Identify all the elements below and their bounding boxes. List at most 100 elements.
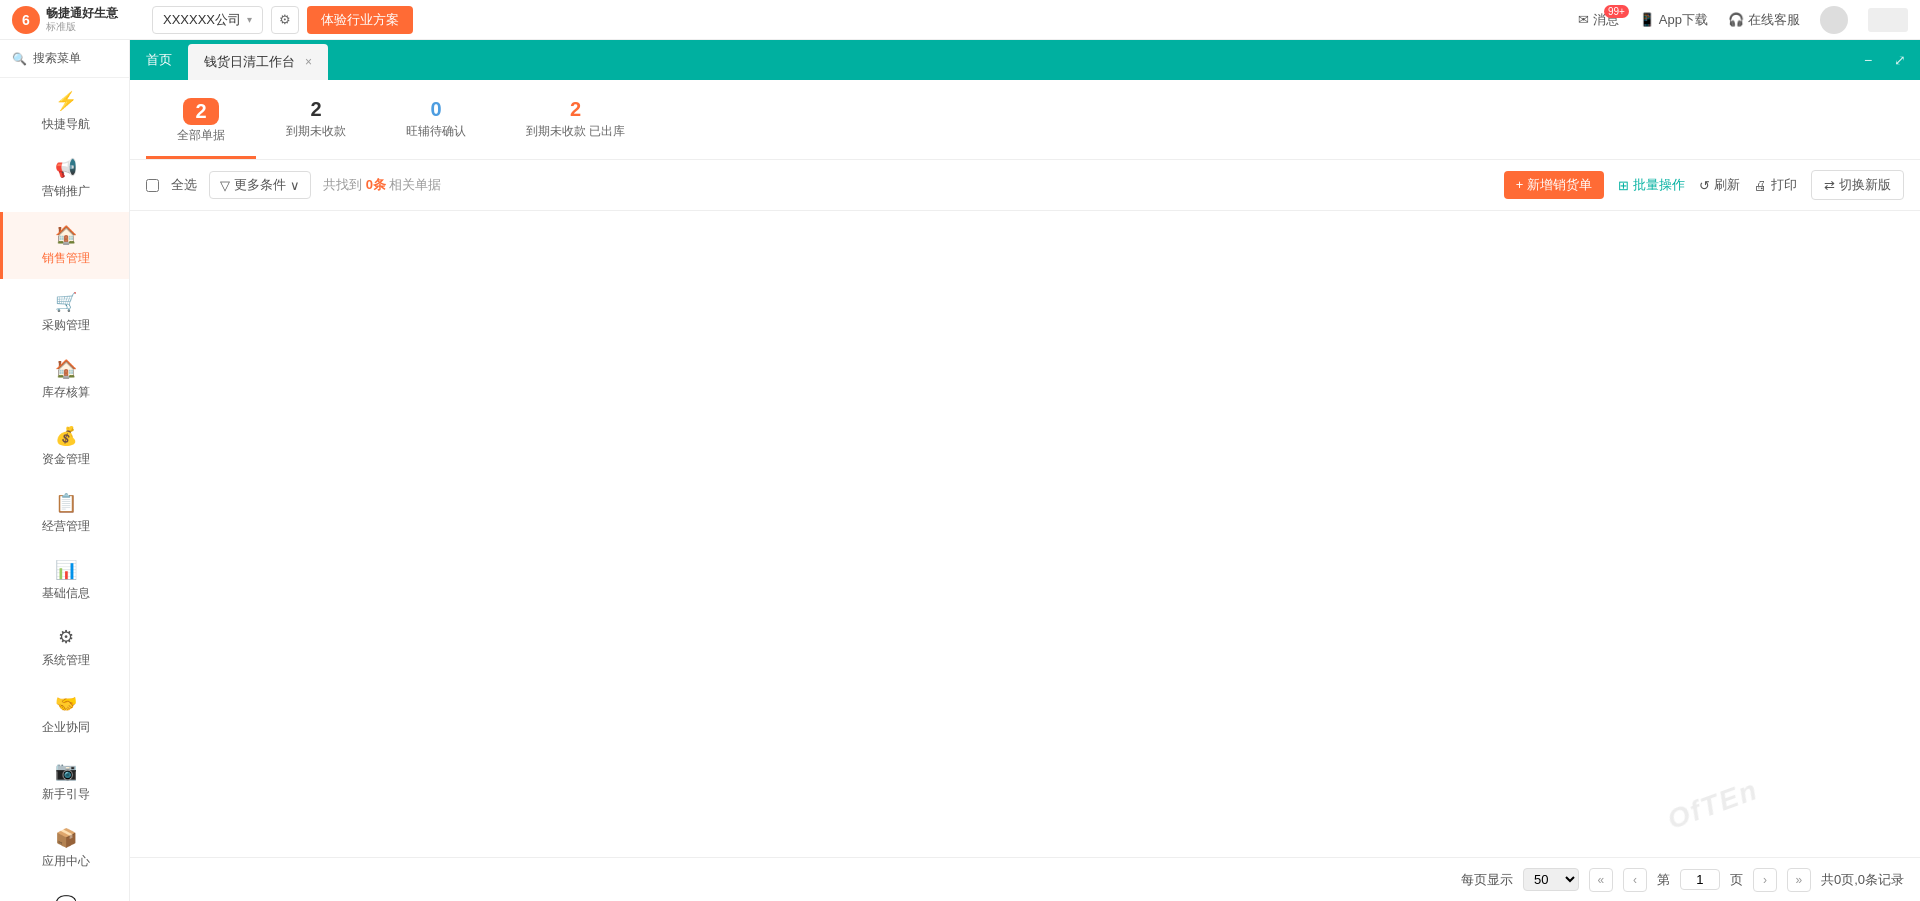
pagination: 每页显示 50 10 20 100 « ‹ 第 页 › » 共0页,0条记录 — [130, 857, 1920, 901]
sidebar: 🔍 搜索菜单 ⚡ 快捷导航 📢 营销推广 🏠 销售管理 🛒 采购管理 🏠 库存核… — [0, 40, 130, 901]
stat-num-shipped: 2 — [570, 98, 581, 121]
stat-num-pending: 0 — [430, 98, 441, 121]
switch-version-button[interactable]: ⇄ 切换新版 — [1811, 170, 1904, 200]
table-area — [130, 211, 1920, 857]
print-button[interactable]: 🖨 打印 — [1754, 176, 1797, 194]
app-download-button[interactable]: 📱 App下载 — [1639, 11, 1708, 29]
stat-num-overdue: 2 — [310, 98, 321, 121]
sidebar-item-guide[interactable]: 📷 新手引导 — [0, 748, 129, 815]
sidebar-item-label: 营销推广 — [42, 183, 90, 200]
tab-active[interactable]: 钱货日清工作台 × — [188, 44, 328, 80]
stat-num-all: 2 — [183, 98, 218, 125]
sidebar-item-operation[interactable]: 📋 经营管理 — [0, 480, 129, 547]
next-page-button[interactable]: › — [1753, 868, 1777, 892]
phone-icon: 📱 — [1639, 12, 1655, 27]
finance-icon: 💰 — [55, 425, 77, 447]
top-header: 6 畅捷通好生意 标准版 XXXXXX公司 ▾ ⚙ 体验行业方案 ✉ 消息 99… — [0, 0, 1920, 40]
sidebar-item-base-info[interactable]: 📊 基础信息 — [0, 547, 129, 614]
stat-label-shipped: 到期未收款 已出库 — [526, 123, 625, 140]
sidebar-item-enterprise[interactable]: 🤝 企业协同 — [0, 681, 129, 748]
switch-icon: ⇄ — [1824, 178, 1835, 193]
prev-page-button[interactable]: ‹ — [1623, 868, 1647, 892]
sidebar-item-system[interactable]: ⚙ 系统管理 — [0, 614, 129, 681]
main-layout: 🔍 搜索菜单 ⚡ 快捷导航 📢 营销推广 🏠 销售管理 🛒 采购管理 🏠 库存核… — [0, 40, 1920, 901]
sidebar-item-label: 采购管理 — [42, 317, 90, 334]
last-page-button[interactable]: » — [1787, 868, 1811, 892]
company-name: XXXXXX公司 — [163, 11, 241, 29]
sidebar-item-wechat[interactable]: 💬 企业微信 — [0, 882, 129, 901]
toolbar-right: + 新增销货单 ⊞ 批量操作 ↺ 刷新 🖨 打印 ⇄ — [1504, 170, 1904, 200]
sidebar-item-quick-nav[interactable]: ⚡ 快捷导航 — [0, 78, 129, 145]
message-button[interactable]: ✉ 消息 99+ — [1578, 11, 1619, 29]
settings-button[interactable]: ⚙ — [271, 6, 299, 34]
sidebar-item-finance[interactable]: 💰 资金管理 — [0, 413, 129, 480]
avatar[interactable] — [1820, 6, 1848, 34]
total-info: 共0页,0条记录 — [1821, 871, 1904, 889]
message-badge: 99+ — [1604, 5, 1629, 18]
tab-home[interactable]: 首页 — [130, 40, 188, 80]
wechat-icon: 💬 — [55, 894, 77, 901]
sidebar-item-label: 基础信息 — [42, 585, 90, 602]
tab-minimize-button[interactable]: − — [1856, 48, 1880, 72]
page-label-end: 页 — [1730, 871, 1743, 889]
logo-text: 畅捷通好生意 标准版 — [46, 6, 118, 32]
filter-chevron-icon: ∨ — [290, 178, 300, 193]
operation-icon: 📋 — [55, 492, 77, 514]
sidebar-item-label: 快捷导航 — [42, 116, 90, 133]
stat-tab-shipped[interactable]: 2 到期未收款 已出库 — [496, 90, 655, 159]
batch-operation-button[interactable]: ⊞ 批量操作 — [1618, 176, 1685, 194]
enterprise-icon: 🤝 — [55, 693, 77, 715]
first-page-button[interactable]: « — [1589, 868, 1613, 892]
found-text: 共找到 0条 相关单据 — [323, 176, 441, 194]
base-info-icon: 📊 — [55, 559, 77, 581]
stat-label-all: 全部单据 — [177, 127, 225, 144]
marketing-icon: 📢 — [55, 157, 77, 179]
stat-label-overdue: 到期未收款 — [286, 123, 346, 140]
tab-controls: − ⤢ — [1856, 40, 1920, 80]
search-menu-label: 搜索菜单 — [33, 50, 81, 67]
stat-tab-all[interactable]: 2 全部单据 — [146, 90, 256, 159]
stat-tab-overdue[interactable]: 2 到期未收款 — [256, 90, 376, 159]
found-count: 0条 — [366, 177, 386, 192]
tab-bar: 首页 钱货日清工作台 × − ⤢ — [130, 40, 1920, 80]
stat-tab-pending[interactable]: 0 旺辅待确认 — [376, 90, 496, 159]
message-icon: ✉ — [1578, 12, 1589, 27]
chevron-down-icon: ▾ — [247, 14, 252, 25]
sidebar-item-sales[interactable]: 🏠 销售管理 — [0, 212, 129, 279]
toolbar: 全选 ▽ 更多条件 ∨ 共找到 0条 相关单据 + 新增销货单 ⊞ 批量操作 — [130, 160, 1920, 211]
user-name-area[interactable] — [1868, 8, 1908, 32]
content-area: 首页 钱货日清工作台 × − ⤢ 2 全部单据 2 到期未收款 — [130, 40, 1920, 901]
inventory-icon: 🏠 — [55, 358, 77, 380]
system-icon: ⚙ — [58, 626, 74, 648]
select-all-checkbox[interactable] — [146, 179, 159, 192]
app-center-icon: 📦 — [55, 827, 77, 849]
filter-button[interactable]: ▽ 更多条件 ∨ — [209, 171, 311, 199]
sales-icon: 🏠 — [55, 224, 77, 246]
tab-maximize-button[interactable]: ⤢ — [1888, 48, 1912, 72]
gear-icon: ⚙ — [279, 12, 291, 27]
search-menu-button[interactable]: 🔍 搜索菜单 — [0, 40, 129, 78]
sidebar-item-label: 应用中心 — [42, 853, 90, 870]
sidebar-item-purchase[interactable]: 🛒 采购管理 — [0, 279, 129, 346]
sidebar-item-label: 资金管理 — [42, 451, 90, 468]
sidebar-item-label: 销售管理 — [42, 250, 90, 267]
header-right: ✉ 消息 99+ 📱 App下载 🎧 在线客服 — [1578, 6, 1908, 34]
company-selector[interactable]: XXXXXX公司 ▾ — [152, 6, 263, 34]
refresh-button[interactable]: ↺ 刷新 — [1699, 176, 1740, 194]
guide-icon: 📷 — [55, 760, 77, 782]
stats-tabs: 2 全部单据 2 到期未收款 0 旺辅待确认 2 到期未收款 已出库 — [130, 80, 1920, 160]
online-service-button[interactable]: 🎧 在线客服 — [1728, 11, 1800, 29]
sidebar-item-marketing[interactable]: 📢 营销推广 — [0, 145, 129, 212]
page-input[interactable] — [1680, 869, 1720, 890]
tab-close-icon[interactable]: × — [305, 55, 312, 69]
logo-area: 6 畅捷通好生意 标准版 — [12, 6, 142, 34]
sidebar-item-app-center[interactable]: 📦 应用中心 — [0, 815, 129, 882]
sidebar-item-inventory[interactable]: 🏠 库存核算 — [0, 346, 129, 413]
experience-button[interactable]: 体验行业方案 — [307, 6, 413, 34]
per-page-select[interactable]: 50 10 20 100 — [1523, 868, 1579, 891]
page-label: 第 — [1657, 871, 1670, 889]
sidebar-item-label: 库存核算 — [42, 384, 90, 401]
new-sales-order-button[interactable]: + 新增销货单 — [1504, 171, 1604, 199]
stat-label-pending: 旺辅待确认 — [406, 123, 466, 140]
sidebar-item-label: 系统管理 — [42, 652, 90, 669]
